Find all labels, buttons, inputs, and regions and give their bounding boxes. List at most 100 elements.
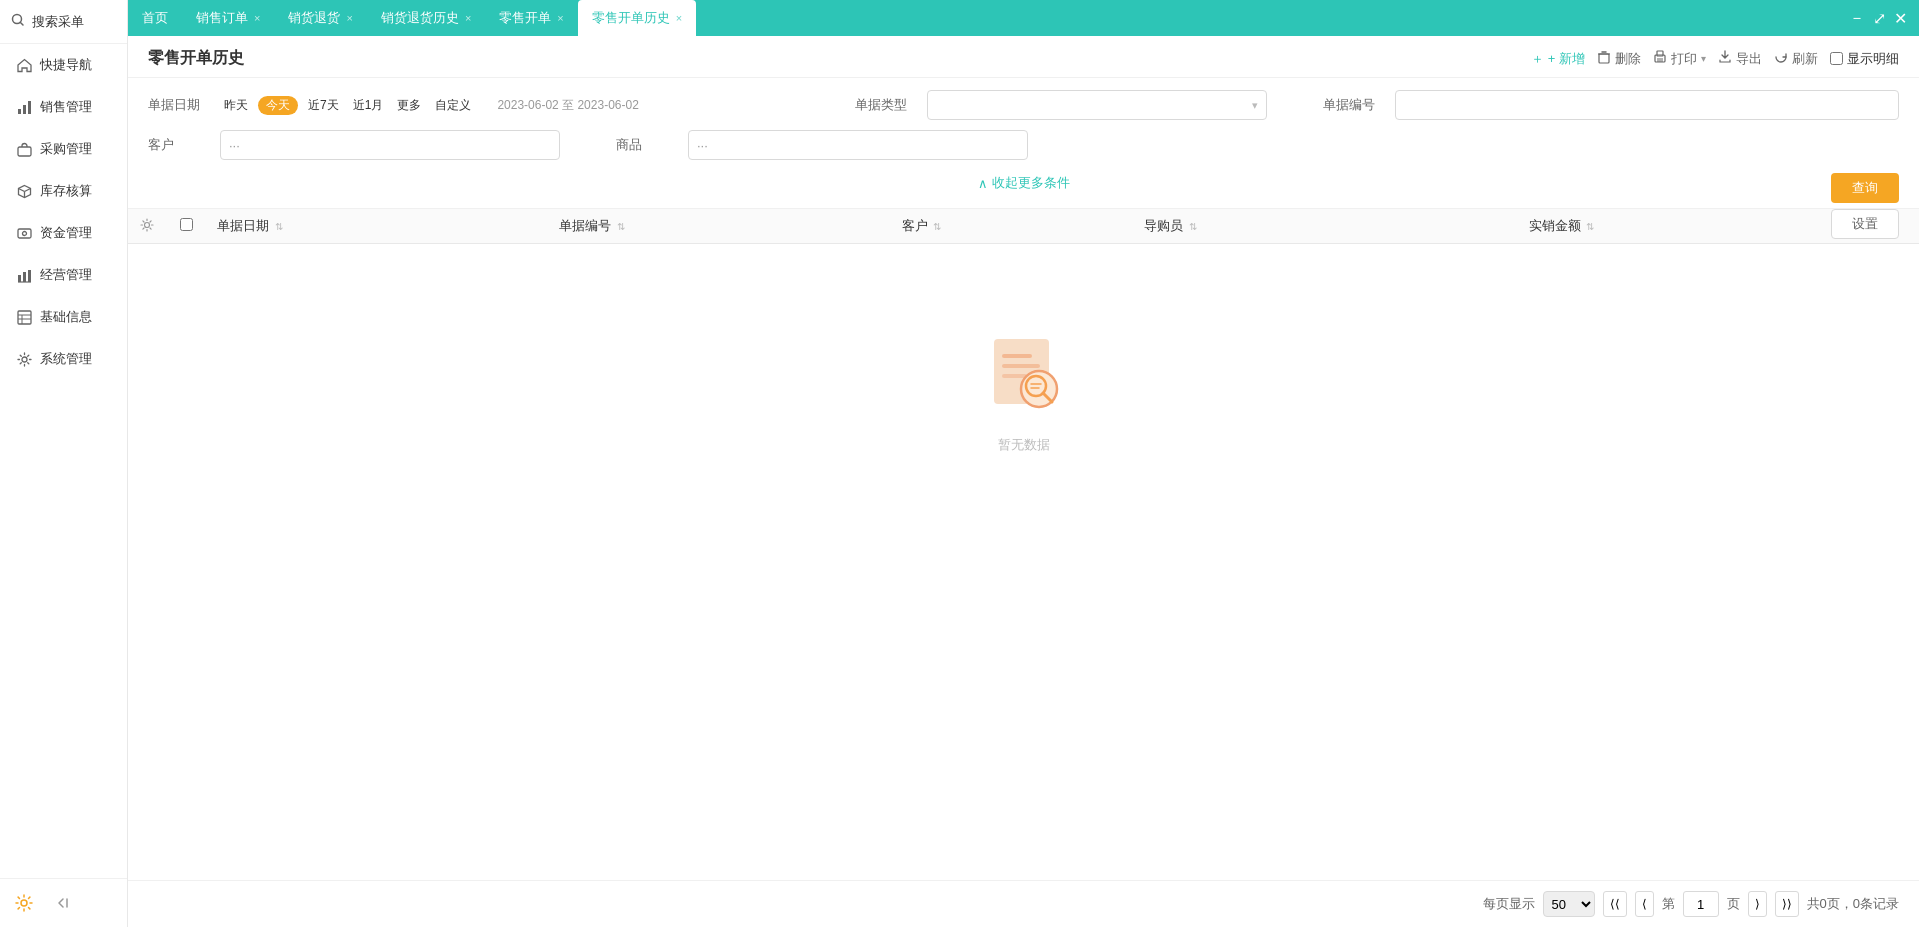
svg-rect-4 <box>28 101 31 114</box>
page-word2: 页 <box>1727 895 1740 913</box>
custom-btn[interactable]: 自定义 <box>431 96 475 115</box>
sidebar-item-sys-mgmt[interactable]: 系统管理 <box>0 338 127 380</box>
select-all-checkbox[interactable] <box>180 218 193 231</box>
goods-select[interactable]: ··· <box>688 130 1028 160</box>
money-icon <box>16 225 32 241</box>
th-checkbox[interactable] <box>168 209 205 244</box>
refresh-button[interactable]: 刷新 <box>1774 50 1818 68</box>
query-button[interactable]: 查询 <box>1831 173 1899 203</box>
tab-sales-return-history[interactable]: 销货退货历史 × <box>367 0 485 36</box>
nav-close-icon[interactable]: ✕ <box>1894 9 1907 28</box>
svg-rect-13 <box>23 272 26 282</box>
today-btn[interactable]: 今天 <box>258 96 298 115</box>
th-customer[interactable]: 客户 ⇅ <box>890 209 1133 244</box>
tab-close-icon[interactable]: × <box>465 12 471 24</box>
refresh-label: 刷新 <box>1792 50 1818 68</box>
table-icon <box>16 309 32 325</box>
sidebar-item-quick-nav[interactable]: 快捷导航 <box>0 44 127 86</box>
th-number[interactable]: 单据编号 ⇅ <box>547 209 889 244</box>
prev-page-button[interactable]: ⟨ <box>1635 891 1654 917</box>
first-page-button[interactable]: ⟨⟨ <box>1603 891 1627 917</box>
filter-wrapper: 单据日期 昨天 今天 近7天 近1月 更多 自定义 2023-06-02 至 2… <box>128 78 1919 209</box>
nav-maximize-icon[interactable]: ⤢ <box>1873 9 1886 28</box>
sort-salesperson-icon: ⇅ <box>1189 221 1197 232</box>
next-page-button[interactable]: ⟩ <box>1748 891 1767 917</box>
main-area: 首页 销售订单 × 销货退货 × 销货退货历史 × 零售开单 × 零售开单历史 … <box>128 0 1919 927</box>
tab-retail-history[interactable]: 零售开单历史 × <box>578 0 696 36</box>
add-icon: ＋ <box>1531 50 1544 68</box>
tab-retail-open[interactable]: 零售开单 × <box>485 0 577 36</box>
tab-sales-return-history-label: 销货退货历史 <box>381 9 459 27</box>
tab-close-icon[interactable]: × <box>557 12 563 24</box>
tab-sales-return[interactable]: 销货退货 × <box>274 0 366 36</box>
svg-rect-33 <box>1002 364 1040 368</box>
nav-right-controls: － ⤢ ✕ <box>1849 8 1919 29</box>
show-detail-checkbox[interactable] <box>1830 52 1843 65</box>
th-settings[interactable] <box>128 209 168 244</box>
tab-sales-order-label: 销售订单 <box>196 9 248 27</box>
table-header-row: 单据日期 ⇅ 单据编号 ⇅ 客户 ⇅ 导购员 ⇅ <box>128 209 1919 244</box>
nav-minimize-icon[interactable]: － <box>1849 8 1865 29</box>
number-label: 单据编号 <box>1323 96 1379 114</box>
tab-close-icon[interactable]: × <box>676 12 682 24</box>
customer-dots: ··· <box>229 138 240 153</box>
date-range-from: 2023-06-02 至 2023-06-02 <box>497 97 638 114</box>
more-btn[interactable]: 更多 <box>393 96 425 115</box>
sidebar-item-label: 库存核算 <box>40 182 92 200</box>
th-salesperson[interactable]: 导购员 ⇅ <box>1132 209 1425 244</box>
th-amount[interactable]: 实销金额 ⇅ <box>1517 209 1859 244</box>
print-dropdown-icon[interactable]: ▾ <box>1701 53 1706 64</box>
page-size-select[interactable]: 50 10 20 100 <box>1543 891 1595 917</box>
th-date[interactable]: 单据日期 ⇅ <box>205 209 547 244</box>
box-icon <box>16 183 32 199</box>
empty-text: 暂无数据 <box>998 436 1050 454</box>
delete-icon <box>1597 50 1611 67</box>
svg-point-30 <box>145 222 150 227</box>
search-label: 搜索采单 <box>32 13 84 31</box>
delete-label: 删除 <box>1615 50 1641 68</box>
export-button[interactable]: 导出 <box>1718 50 1762 68</box>
tab-sales-order[interactable]: 销售订单 × <box>182 0 274 36</box>
sidebar-item-finance-mgmt[interactable]: 资金管理 <box>0 212 127 254</box>
sidebar-item-sales-mgmt[interactable]: 销售管理 <box>0 86 127 128</box>
type-select[interactable]: ▾ <box>927 90 1267 120</box>
sort-date-icon: ⇅ <box>275 221 283 232</box>
svg-point-20 <box>22 357 27 362</box>
tab-close-icon[interactable]: × <box>254 12 260 24</box>
tab-home[interactable]: 首页 <box>128 0 182 36</box>
print-button[interactable]: 打印 ▾ <box>1653 50 1706 68</box>
collapse-row[interactable]: ∧ 收起更多条件 <box>148 170 1899 196</box>
customer-select[interactable]: ··· <box>220 130 560 160</box>
tab-retail-open-label: 零售开单 <box>499 9 551 27</box>
svg-rect-2 <box>18 109 21 114</box>
yesterday-btn[interactable]: 昨天 <box>220 96 252 115</box>
month-btn[interactable]: 近1月 <box>349 96 388 115</box>
delete-button[interactable]: 删除 <box>1597 50 1641 68</box>
week-btn[interactable]: 近7天 <box>304 96 343 115</box>
last-page-button[interactable]: ⟩⟩ <box>1775 891 1799 917</box>
collapse-sidebar-icon[interactable] <box>48 889 76 917</box>
show-detail-toggle[interactable]: 显示明细 <box>1830 50 1899 68</box>
collapse-label: 收起更多条件 <box>992 174 1070 192</box>
export-icon <box>1718 50 1732 67</box>
filter-settings-button[interactable]: 设置 <box>1831 209 1899 239</box>
sidebar-item-ops-mgmt[interactable]: 经营管理 <box>0 254 127 296</box>
svg-line-1 <box>20 22 23 25</box>
gear-icon <box>16 351 32 367</box>
refresh-icon <box>1774 50 1788 67</box>
settings-bottom-icon[interactable] <box>10 889 38 917</box>
sidebar-item-label: 经营管理 <box>40 266 92 284</box>
sidebar-item-basic-info[interactable]: 基础信息 <box>0 296 127 338</box>
number-input[interactable] <box>1395 90 1899 120</box>
page-title: 零售开单历史 <box>148 48 244 69</box>
th-customer-label: 客户 <box>902 218 928 233</box>
sidebar-search[interactable]: 搜索采单 <box>0 0 127 44</box>
sidebar-item-inventory[interactable]: 库存核算 <box>0 170 127 212</box>
print-label: 打印 <box>1671 50 1697 68</box>
tab-close-icon[interactable]: × <box>346 12 352 24</box>
sidebar-item-purchase-mgmt[interactable]: 采购管理 <box>0 128 127 170</box>
page-number-input[interactable] <box>1683 891 1719 917</box>
goods-dots: ··· <box>697 138 708 153</box>
sidebar-item-label: 销售管理 <box>40 98 92 116</box>
add-button[interactable]: ＋ + 新增 <box>1531 50 1585 68</box>
